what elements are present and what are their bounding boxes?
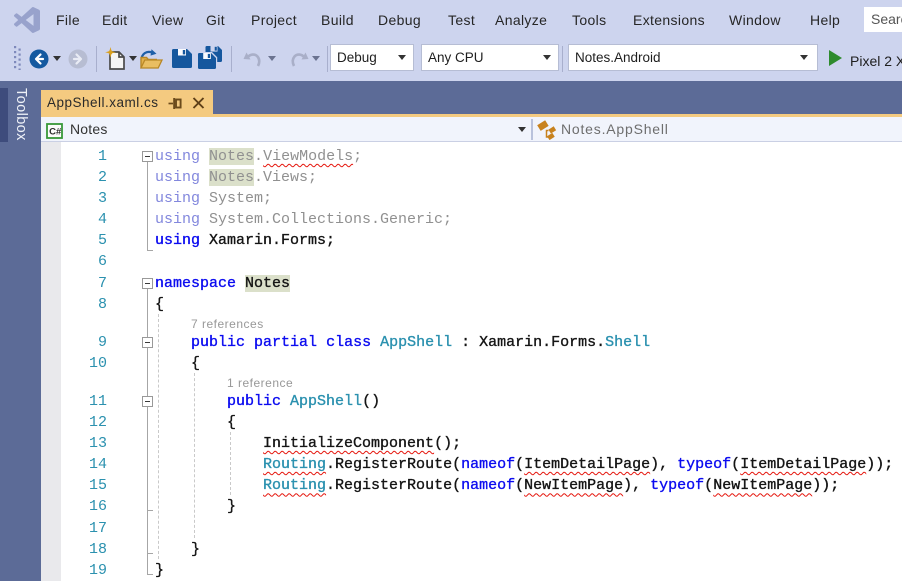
svg-text:C#: C# — [49, 127, 62, 138]
